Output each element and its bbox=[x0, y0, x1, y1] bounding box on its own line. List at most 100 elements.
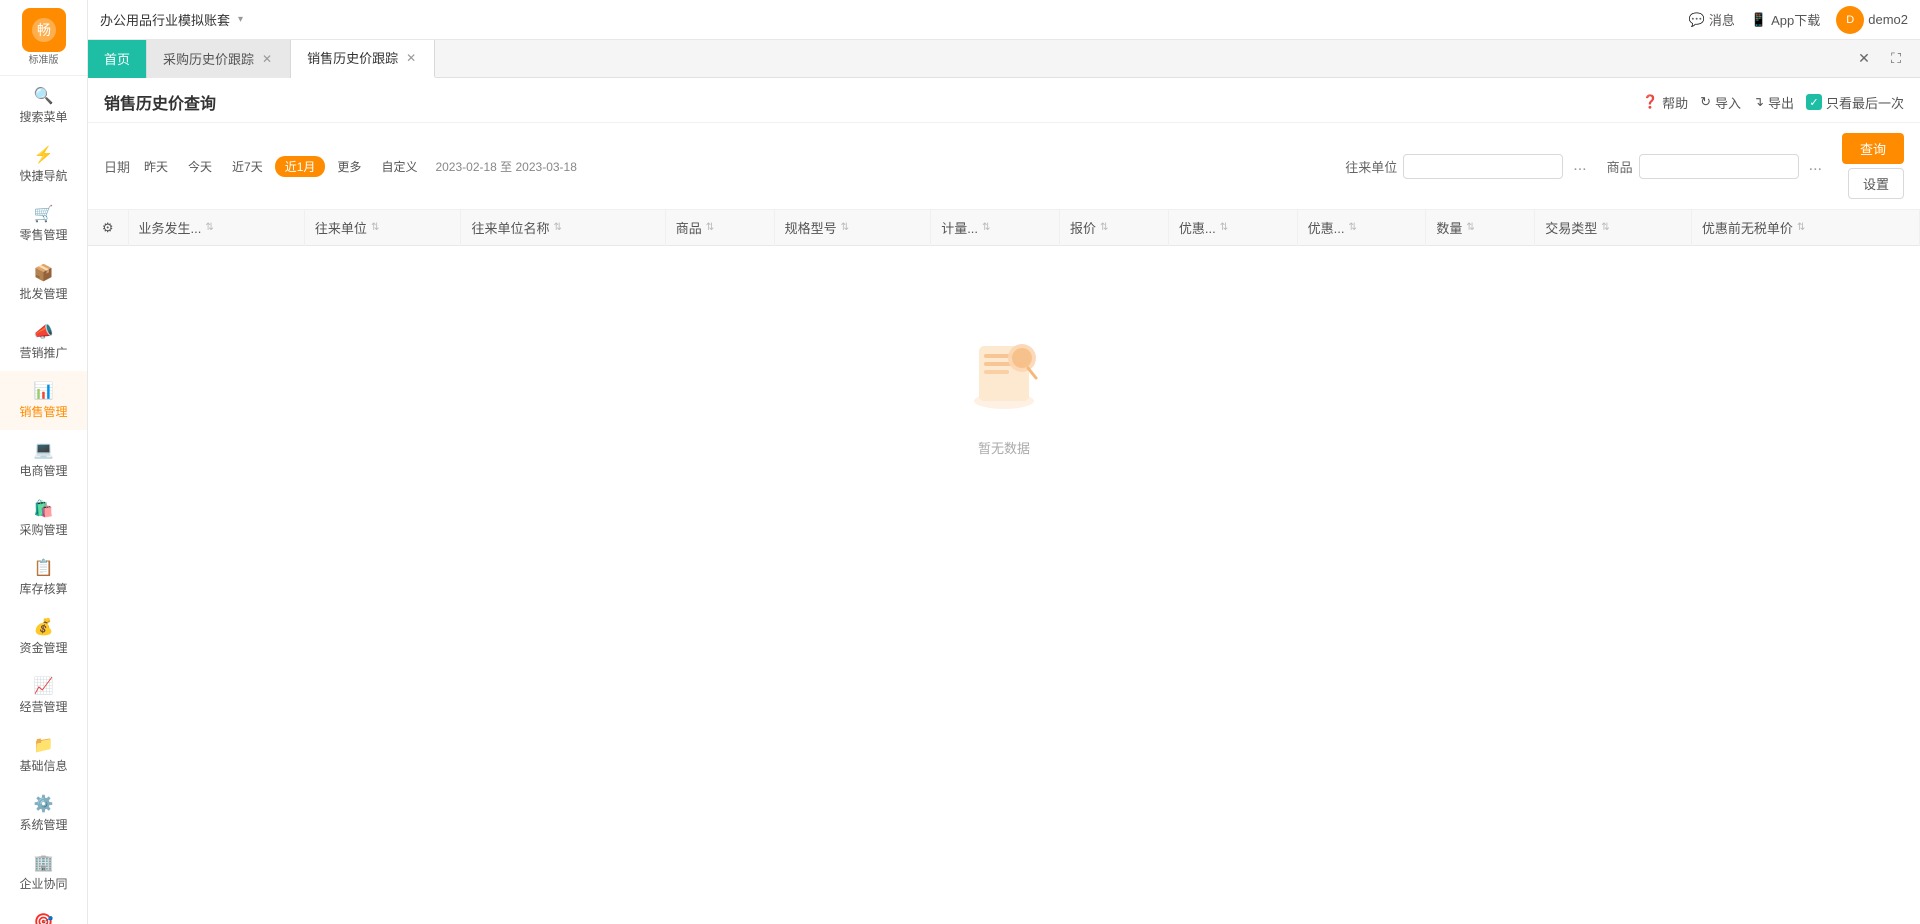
only-last-checkbox[interactable] bbox=[1806, 94, 1822, 110]
th-no-tax-price[interactable]: 优惠前无税单价⇅ bbox=[1691, 210, 1919, 246]
th-biz-date[interactable]: 业务发生...⇅ bbox=[128, 210, 304, 246]
date-btn-custom[interactable]: 自定义 bbox=[373, 156, 425, 177]
message-button[interactable]: 💬 消息 bbox=[1689, 10, 1735, 29]
import-label: 导入 bbox=[1715, 93, 1741, 112]
tab-purchase[interactable]: 采购历史价跟踪 ✕ bbox=[147, 40, 291, 78]
tab-sales-close[interactable]: ✕ bbox=[404, 49, 418, 67]
export-button[interactable]: ↴ 导出 bbox=[1753, 93, 1794, 112]
date-btn-yesterday[interactable]: 昨天 bbox=[136, 156, 176, 177]
th-partner-code[interactable]: 往来单位⇅ bbox=[304, 210, 461, 246]
only-last-checkbox-group[interactable]: 只看最后一次 bbox=[1806, 93, 1904, 112]
date-range-display: 2023-02-18 至 2023-03-18 bbox=[435, 158, 576, 175]
import-button[interactable]: ↻ 导入 bbox=[1700, 93, 1741, 112]
sort-icon-discount2: ⇅ bbox=[1348, 222, 1356, 233]
top-bar-left: 办公用品行业模拟账套 ▾ bbox=[100, 10, 243, 29]
tab-fullscreen-button[interactable]: ⛶ bbox=[1884, 47, 1908, 71]
partner-dots[interactable]: ... bbox=[1569, 157, 1590, 175]
app-title: 办公用品行业模拟账套 bbox=[100, 10, 230, 29]
sidebar-item-operations[interactable]: 📈 经营管理 bbox=[0, 666, 87, 725]
sidebar-item-marketing-label: 营销推广 bbox=[19, 344, 67, 361]
sidebar-item-ecommerce-label: 电商管理 bbox=[19, 462, 67, 479]
sidebar-item-search-label: 搜索菜单 bbox=[19, 108, 67, 125]
system-icon: ⚙️ bbox=[34, 794, 54, 814]
th-partner-name[interactable]: 往来单位名称⇅ bbox=[461, 210, 665, 246]
tab-close-all-button[interactable]: ✕ bbox=[1852, 47, 1876, 71]
date-filter-label: 日期 bbox=[104, 157, 130, 176]
sidebar-item-wholesale-label: 批发管理 bbox=[19, 285, 67, 302]
sidebar-item-marketing[interactable]: 📣 营销推广 bbox=[0, 312, 87, 371]
purchase-icon: 🛍️ bbox=[34, 499, 54, 519]
th-spec[interactable]: 规格型号⇅ bbox=[774, 210, 931, 246]
newguide-icon: 🎯 bbox=[34, 912, 54, 924]
sidebar-item-inventory[interactable]: 📋 库存核算 bbox=[0, 548, 87, 607]
th-unit[interactable]: 计量...⇅ bbox=[931, 210, 1060, 246]
sort-icon-spec: ⇅ bbox=[841, 222, 849, 233]
logo-icon: 畅 bbox=[22, 8, 66, 52]
tab-sales[interactable]: 销售历史价跟踪 ✕ bbox=[291, 40, 435, 78]
tab-bar-right: ✕ ⛶ bbox=[1852, 47, 1920, 71]
sidebar-item-sales-label: 销售管理 bbox=[19, 403, 67, 420]
table-area: ⚙ 业务发生...⇅ 往来单位⇅ 往来单位名称⇅ 商品⇅ bbox=[88, 210, 1920, 924]
sidebar-item-search[interactable]: 🔍 搜索菜单 bbox=[0, 76, 87, 135]
sidebar-item-system[interactable]: ⚙️ 系统管理 bbox=[0, 784, 87, 843]
sidebar-item-system-label: 系统管理 bbox=[19, 816, 67, 833]
top-bar-right: 💬 消息 📱 App下载 D demo2 bbox=[1689, 6, 1908, 34]
date-filter-group: 日期 昨天 今天 近7天 近1月 更多 自定义 2023-02-18 至 202… bbox=[104, 156, 577, 177]
date-btn-7days[interactable]: 近7天 bbox=[224, 156, 271, 177]
date-btn-more[interactable]: 更多 bbox=[329, 156, 369, 177]
sidebar-item-purchase-label: 采购管理 bbox=[19, 521, 67, 538]
user-menu[interactable]: D demo2 bbox=[1836, 6, 1908, 34]
th-trade-type[interactable]: 交易类型⇅ bbox=[1535, 210, 1692, 246]
sort-icon-price: ⇅ bbox=[1100, 222, 1108, 233]
sidebar-item-basic[interactable]: 📁 基础信息 bbox=[0, 725, 87, 784]
basic-icon: 📁 bbox=[34, 735, 54, 755]
page-title: 销售历史价查询 bbox=[104, 90, 216, 114]
app-download-button[interactable]: 📱 App下载 bbox=[1751, 10, 1820, 29]
sidebar-item-retail[interactable]: 🛒 零售管理 bbox=[0, 194, 87, 253]
gear-icon[interactable]: ⚙ bbox=[102, 220, 114, 235]
finance-icon: 💰 bbox=[34, 617, 54, 637]
download-icon: 📱 bbox=[1751, 12, 1767, 28]
sidebar-item-finance-label: 资金管理 bbox=[19, 639, 67, 656]
partner-filter-label: 往来单位 bbox=[1345, 157, 1397, 176]
sidebar-item-retail-label: 零售管理 bbox=[19, 226, 67, 243]
tab-sales-label: 销售历史价跟踪 bbox=[307, 48, 398, 67]
sidebar-item-finance[interactable]: 💰 资金管理 bbox=[0, 607, 87, 666]
sidebar-item-newguide[interactable]: 🎯 新手引导 bbox=[0, 902, 87, 924]
app-download-label: App下载 bbox=[1771, 10, 1820, 29]
partner-filter-group: 往来单位 ... bbox=[1345, 154, 1590, 179]
help-button[interactable]: ❓ 帮助 bbox=[1642, 93, 1688, 112]
sidebar-item-enterprise-label: 企业协同 bbox=[19, 875, 67, 892]
sidebar-item-enterprise[interactable]: 🏢 企业协同 bbox=[0, 843, 87, 902]
date-btn-today[interactable]: 今天 bbox=[180, 156, 220, 177]
partner-input[interactable] bbox=[1403, 154, 1563, 179]
product-filter-label: 商品 bbox=[1607, 157, 1633, 176]
main-area: 办公用品行业模拟账套 ▾ 💬 消息 📱 App下载 D demo2 首页 采购历… bbox=[88, 0, 1920, 924]
th-quantity[interactable]: 数量⇅ bbox=[1426, 210, 1535, 246]
sidebar-item-wholesale[interactable]: 📦 批发管理 bbox=[0, 253, 87, 312]
only-last-label: 只看最后一次 bbox=[1826, 93, 1904, 112]
title-dropdown-icon[interactable]: ▾ bbox=[238, 14, 243, 25]
query-button[interactable]: 查询 bbox=[1842, 133, 1904, 164]
date-btn-1month[interactable]: 近1月 bbox=[275, 156, 326, 177]
th-price[interactable]: 报价⇅ bbox=[1059, 210, 1168, 246]
product-filter-group: 商品 ... bbox=[1607, 154, 1826, 179]
tab-purchase-label: 采购历史价跟踪 bbox=[163, 49, 254, 68]
th-discount1[interactable]: 优惠...⇅ bbox=[1168, 210, 1297, 246]
th-discount2[interactable]: 优惠...⇅ bbox=[1297, 210, 1426, 246]
th-product[interactable]: 商品⇅ bbox=[665, 210, 774, 246]
sidebar-item-sales[interactable]: 📊 销售管理 bbox=[0, 371, 87, 430]
settings-button[interactable]: 设置 bbox=[1848, 168, 1904, 199]
sort-icon-partner-name: ⇅ bbox=[554, 222, 562, 233]
product-input[interactable] bbox=[1639, 154, 1799, 179]
help-icon: ❓ bbox=[1642, 94, 1658, 110]
sidebar-item-shortcut[interactable]: ⚡ 快捷导航 bbox=[0, 135, 87, 194]
sidebar-item-basic-label: 基础信息 bbox=[19, 757, 67, 774]
product-dots[interactable]: ... bbox=[1805, 157, 1826, 175]
sidebar-item-ecommerce[interactable]: 💻 电商管理 bbox=[0, 430, 87, 489]
tab-home[interactable]: 首页 bbox=[88, 40, 147, 78]
tab-purchase-close[interactable]: ✕ bbox=[260, 50, 274, 68]
sidebar-item-purchase[interactable]: 🛍️ 采购管理 bbox=[0, 489, 87, 548]
enterprise-icon: 🏢 bbox=[34, 853, 54, 873]
sidebar-menu: 🔍 搜索菜单 ⚡ 快捷导航 🛒 零售管理 📦 批发管理 📣 营销推广 📊 销售管… bbox=[0, 76, 87, 924]
